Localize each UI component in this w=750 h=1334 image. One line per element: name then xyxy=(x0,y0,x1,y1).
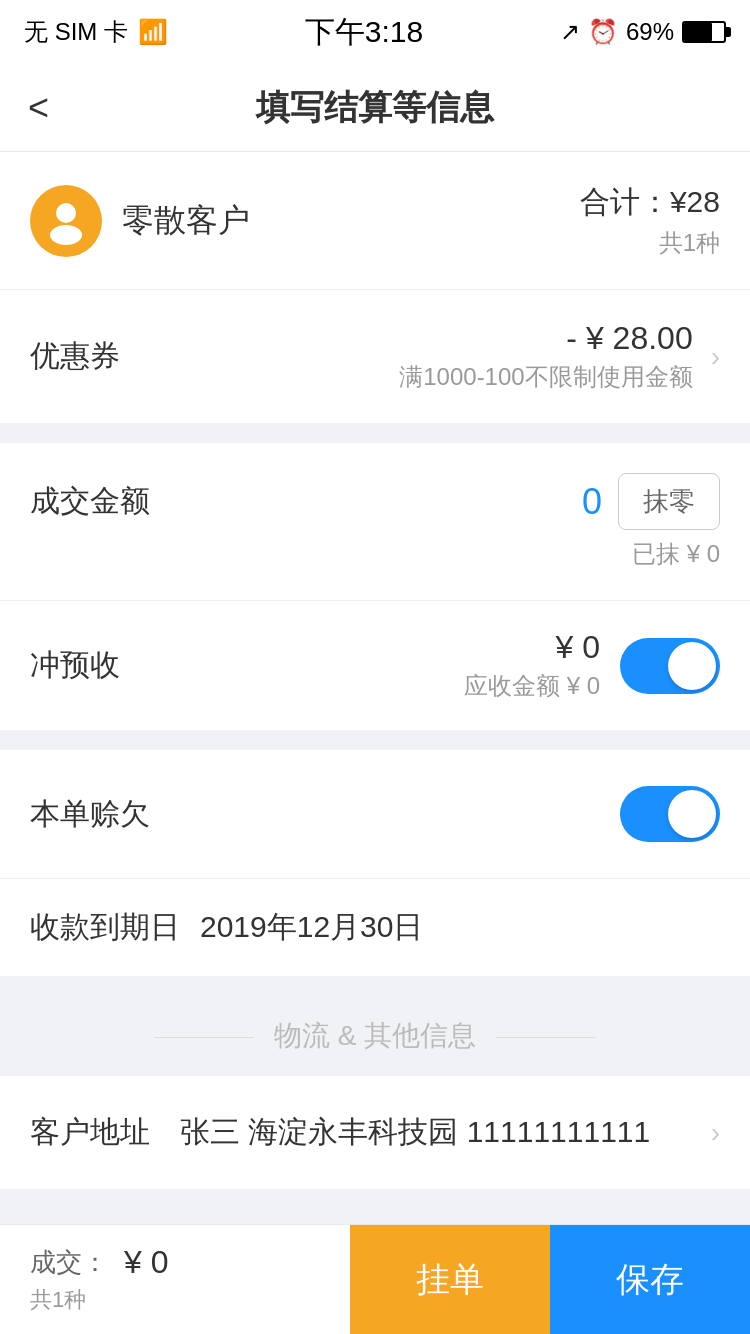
section-divider-2 xyxy=(0,730,750,750)
prereceive-label: 冲预收 xyxy=(30,645,120,686)
user-icon xyxy=(42,197,90,245)
bottom-transaction-amount: ¥ 0 xyxy=(124,1244,168,1281)
amount-value[interactable]: 0 xyxy=(582,481,602,523)
customer-avatar xyxy=(30,185,102,257)
debt-row: 本单赊欠 xyxy=(0,750,750,878)
wifi-icon: 📶 xyxy=(138,18,168,46)
prereceive-right: ¥ 0 应收金额 ¥ 0 xyxy=(464,629,720,702)
battery-icon xyxy=(682,21,726,43)
back-button[interactable]: < xyxy=(28,87,49,129)
debt-toggle[interactable] xyxy=(620,786,720,842)
toggle-knob xyxy=(668,642,716,690)
duedate-label: 收款到期日 xyxy=(30,907,180,948)
bottom-info: 成交： ¥ 0 共1种 xyxy=(0,1225,350,1334)
prereceive-row: 冲预收 ¥ 0 应收金额 ¥ 0 xyxy=(0,600,750,730)
section-divider-1 xyxy=(0,423,750,443)
coupon-right: - ¥ 28.00 满1000-100不限制使用金额 › xyxy=(399,320,720,393)
amount-row: 成交金额 0 抹零 xyxy=(30,473,720,530)
logistics-label: 物流 & 其他信息 xyxy=(134,1017,616,1055)
battery-percent: 69% xyxy=(626,18,674,46)
section-divider-3 xyxy=(0,976,750,996)
customer-right: 合计：¥28 共1种 xyxy=(580,182,720,259)
duedate-value: 2019年12月30日 xyxy=(200,907,423,948)
bottom-transaction: 成交： ¥ 0 xyxy=(30,1244,320,1281)
amount-right: 0 抹零 xyxy=(582,473,720,530)
amount-label: 成交金额 xyxy=(30,481,150,522)
amount-section: 成交金额 0 抹零 已抹 ¥ 0 xyxy=(0,443,750,600)
total-count: 共1种 xyxy=(580,227,720,259)
save-button[interactable]: 保存 xyxy=(550,1225,750,1334)
status-left: 无 SIM 卡 📶 xyxy=(24,16,168,48)
carrier-text: 无 SIM 卡 xyxy=(24,16,128,48)
coupon-row[interactable]: 优惠券 - ¥ 28.00 满1000-100不限制使用金额 › xyxy=(0,289,750,423)
logistics-divider: 物流 & 其他信息 xyxy=(0,996,750,1076)
coupon-desc: 满1000-100不限制使用金额 xyxy=(399,361,692,393)
status-time: 下午3:18 xyxy=(305,12,423,53)
duedate-row[interactable]: 收款到期日 2019年12月30日 xyxy=(0,878,750,976)
nav-bar: < 填写结算等信息 xyxy=(0,64,750,152)
svg-point-0 xyxy=(56,203,76,223)
bottom-transaction-label: 成交： xyxy=(30,1245,108,1280)
customer-name: 零散客户 xyxy=(122,199,250,243)
alarm-icon: ⏰ xyxy=(588,18,618,46)
round-button[interactable]: 抹零 xyxy=(618,473,720,530)
debt-label: 本单赊欠 xyxy=(30,794,150,835)
pre-amount-sub: 应收金额 ¥ 0 xyxy=(464,670,600,702)
customer-section: 零散客户 合计：¥28 共1种 xyxy=(0,152,750,289)
coupon-discount: - ¥ 28.00 xyxy=(399,320,692,357)
coupon-info: - ¥ 28.00 满1000-100不限制使用金额 xyxy=(399,320,692,393)
pre-amount-main: ¥ 0 xyxy=(464,629,600,666)
bottom-count: 共1种 xyxy=(30,1285,320,1315)
amount-sub: 已抹 ¥ 0 xyxy=(30,538,720,570)
status-bar: 无 SIM 卡 📶 下午3:18 ↗ ⏰ 69% xyxy=(0,0,750,64)
main-content: 零散客户 合计：¥28 共1种 优惠券 - ¥ 28.00 满1000-100不… xyxy=(0,152,750,1334)
page-title: 填写结算等信息 xyxy=(256,85,494,131)
svg-point-1 xyxy=(50,225,82,245)
coupon-label: 优惠券 xyxy=(30,336,120,377)
customer-left: 零散客户 xyxy=(30,185,250,257)
address-chevron-icon: › xyxy=(711,1117,720,1149)
bottom-bar: 成交： ¥ 0 共1种 挂单 保存 xyxy=(0,1224,750,1334)
total-amount: 合计：¥28 xyxy=(580,182,720,223)
prereceive-amount: ¥ 0 应收金额 ¥ 0 xyxy=(464,629,600,702)
status-right: ↗ ⏰ 69% xyxy=(560,18,726,46)
location-icon: ↗ xyxy=(560,18,580,46)
prereceive-toggle[interactable] xyxy=(620,638,720,694)
address-label: 客户地址 xyxy=(30,1112,150,1153)
debt-toggle-knob xyxy=(668,790,716,838)
hold-button[interactable]: 挂单 xyxy=(350,1225,550,1334)
address-row[interactable]: 客户地址 张三 海淀永丰科技园 11111111111 › xyxy=(0,1076,750,1189)
chevron-right-icon: › xyxy=(711,341,720,373)
address-value: 张三 海淀永丰科技园 11111111111 xyxy=(180,1112,703,1153)
